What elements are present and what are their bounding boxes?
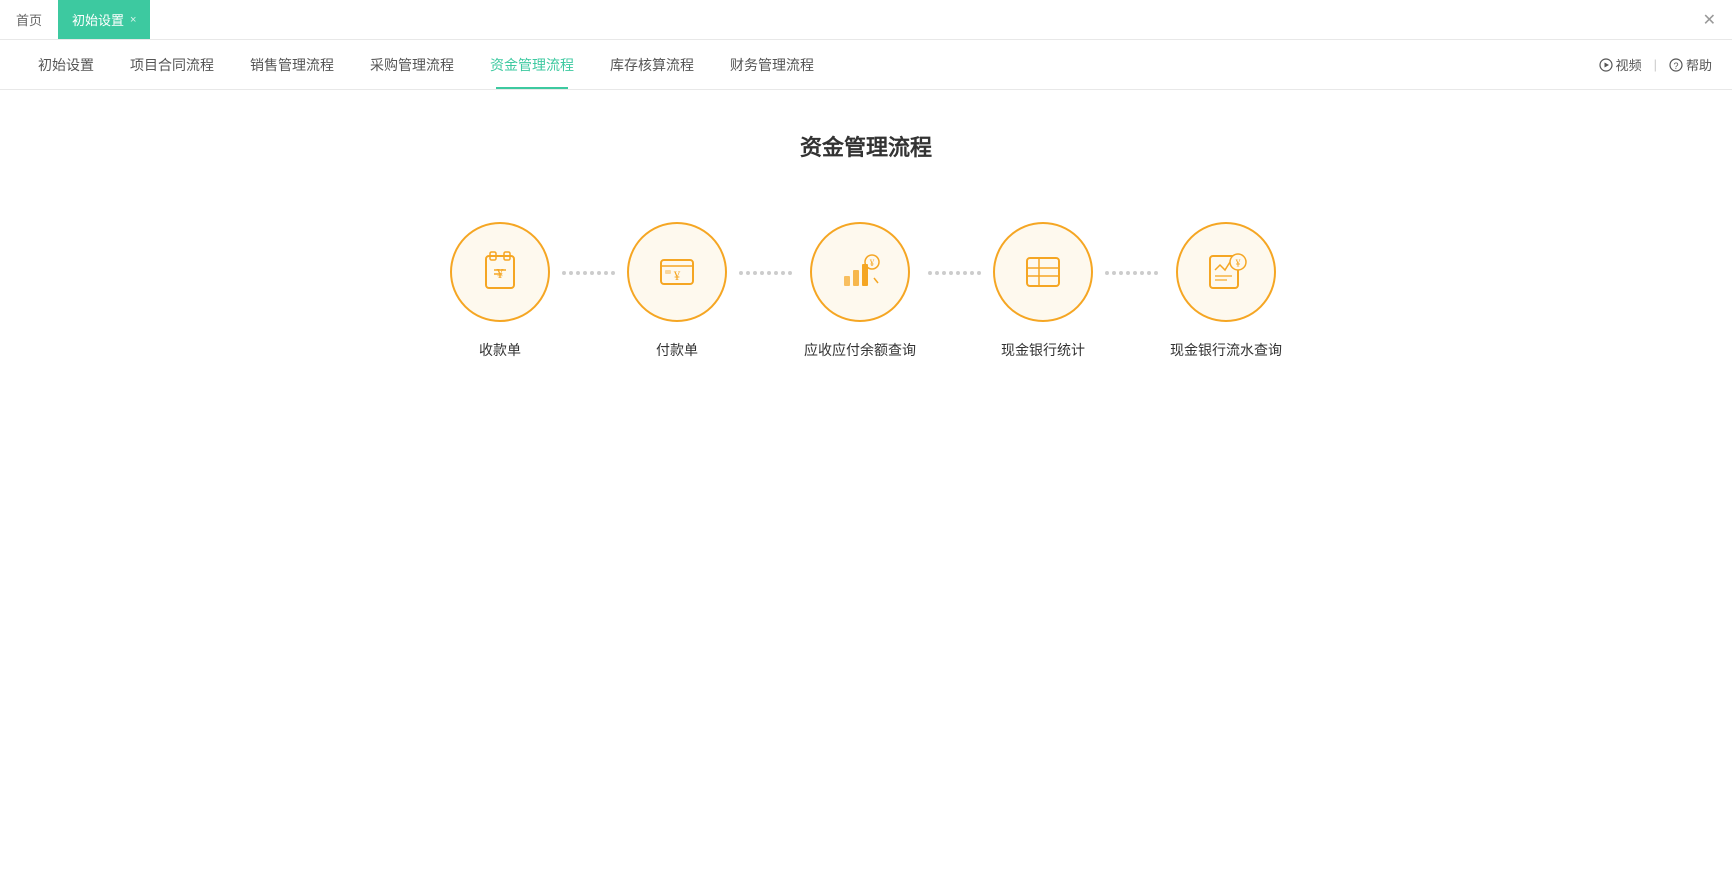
flow-label-bank-stats: 现金银行统计 [1001, 340, 1085, 360]
flow-label-receipt: 收款单 [479, 340, 521, 360]
active-tab-label: 初始设置 [72, 10, 124, 29]
nav-label-inventory: 库存核算流程 [610, 55, 694, 75]
svg-text:¥: ¥ [1236, 259, 1241, 270]
flow-item-receipt: ¥ 收款单 [450, 222, 550, 360]
nav-label-purchase: 采购管理流程 [370, 55, 454, 75]
home-tab[interactable]: 首页 [0, 0, 58, 39]
nav-label-sales: 销售管理流程 [250, 55, 334, 75]
nav-item-inventory[interactable]: 库存核算流程 [592, 40, 712, 89]
nav-right: 视频 | ? 帮助 [1599, 55, 1712, 74]
active-tab[interactable]: 初始设置 × [58, 0, 150, 39]
flow-item-bank-statement: ¥ 现金银行流水查询 [1170, 222, 1282, 360]
nav-item-project-contract[interactable]: 项目合同流程 [112, 40, 232, 89]
nav-bar: 初始设置 项目合同流程 销售管理流程 采购管理流程 资金管理流程 库存核算流程 … [0, 40, 1732, 90]
home-tab-label: 首页 [16, 10, 42, 29]
nav-item-finance[interactable]: 资金管理流程 [472, 40, 592, 89]
video-label: 视频 [1616, 55, 1642, 74]
svg-text:?: ? [1673, 61, 1678, 71]
nav-label-init-setup: 初始设置 [38, 55, 94, 75]
flow-item-balance-query: ¥ 应收应付余额查询 [804, 222, 916, 360]
window-close-button[interactable]: ✕ [1687, 0, 1732, 39]
video-link[interactable]: 视频 [1599, 55, 1642, 74]
nav-item-accounting[interactable]: 财务管理流程 [712, 40, 832, 89]
svg-text:¥: ¥ [870, 258, 875, 268]
help-label: 帮助 [1686, 55, 1712, 74]
flow-circle-receipt[interactable]: ¥ [450, 222, 550, 322]
flow-circle-bank-stats[interactable] [993, 222, 1093, 322]
nav-item-init-setup[interactable]: 初始设置 [20, 40, 112, 89]
connector-3 [916, 271, 993, 311]
svg-text:¥: ¥ [674, 268, 681, 283]
page-title: 资金管理流程 [20, 130, 1712, 162]
connector-2 [727, 271, 804, 311]
connector-1 [550, 271, 627, 311]
nav-label-accounting: 财务管理流程 [730, 55, 814, 75]
flow-circle-bank-statement[interactable]: ¥ [1176, 222, 1276, 322]
flow-circle-balance-query[interactable]: ¥ [810, 222, 910, 322]
flow-circle-payment[interactable]: ¥ [627, 222, 727, 322]
close-tab-icon[interactable]: × [130, 14, 136, 26]
nav-label-project-contract: 项目合同流程 [130, 55, 214, 75]
help-link[interactable]: ? 帮助 [1669, 55, 1712, 74]
nav-item-purchase[interactable]: 采购管理流程 [352, 40, 472, 89]
flow-item-bank-stats: 现金银行统计 [993, 222, 1093, 360]
flow-container: ¥ 收款单 ¥ 付款单 [20, 222, 1712, 360]
flow-label-bank-statement: 现金银行流水查询 [1170, 340, 1282, 360]
flow-label-balance-query: 应收应付余额查询 [804, 340, 916, 360]
main-content: 资金管理流程 ¥ 收款单 [0, 90, 1732, 885]
connector-4 [1093, 271, 1170, 311]
flow-item-payment: ¥ 付款单 [627, 222, 727, 360]
nav-item-sales[interactable]: 销售管理流程 [232, 40, 352, 89]
flow-label-payment: 付款单 [656, 340, 698, 360]
top-bar: 首页 初始设置 × ✕ [0, 0, 1732, 40]
nav-label-finance: 资金管理流程 [490, 55, 574, 75]
